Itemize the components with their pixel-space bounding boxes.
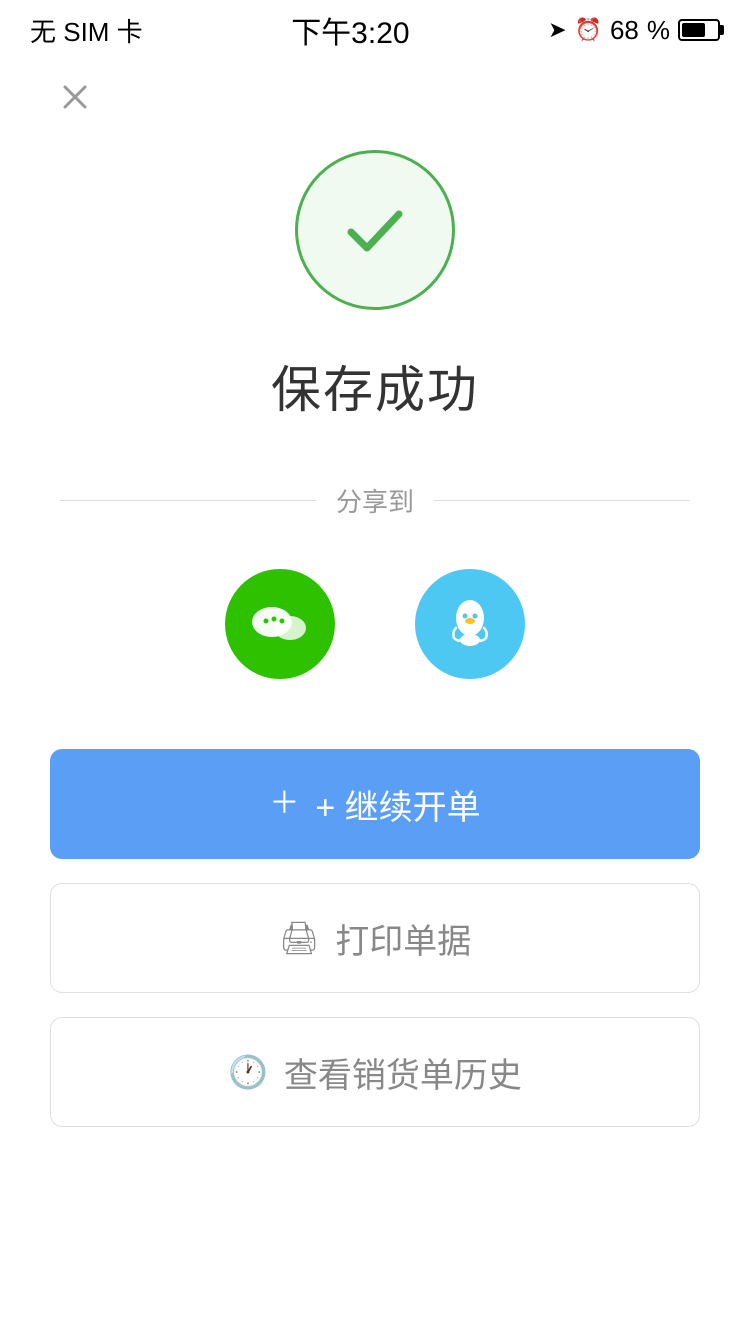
history-button[interactable]: 🕐 查看销货单历史 bbox=[50, 1017, 700, 1127]
divider-line-left bbox=[60, 500, 316, 501]
share-divider: 分享到 bbox=[0, 482, 750, 519]
printer-icon: 🖨 bbox=[279, 922, 320, 954]
status-bar: 无 SIM 卡 下午3:20 ➤ ⏰ 68% bbox=[0, 0, 750, 60]
share-section: 分享到 bbox=[0, 482, 750, 679]
alarm-icon: ⏰ bbox=[575, 17, 602, 43]
qq-share-button[interactable] bbox=[415, 569, 525, 679]
share-label: 分享到 bbox=[336, 482, 414, 519]
location-icon: ➤ bbox=[548, 17, 566, 43]
carrier-text: 无 SIM 卡 bbox=[30, 12, 143, 49]
success-circle bbox=[295, 150, 455, 310]
success-title: 保存成功 bbox=[271, 350, 479, 422]
wechat-share-button[interactable] bbox=[225, 569, 335, 679]
battery-percent: 68 bbox=[610, 15, 639, 46]
clock-icon: 🕐 bbox=[228, 1056, 268, 1088]
qq-icon bbox=[436, 590, 504, 658]
print-label: 打印单据 bbox=[335, 914, 471, 963]
history-label: 查看销货单历史 bbox=[284, 1048, 522, 1097]
share-icons bbox=[225, 569, 525, 679]
divider-line-right bbox=[434, 500, 690, 501]
actions-section: ＋ + 继续开单 🖨 打印单据 🕐 查看销货单历史 bbox=[0, 749, 750, 1127]
wechat-icon bbox=[246, 590, 314, 658]
success-section: 保存成功 bbox=[0, 150, 750, 422]
continue-order-label: + 继续开单 bbox=[315, 780, 480, 829]
close-button[interactable] bbox=[50, 72, 100, 122]
print-button[interactable]: 🖨 打印单据 bbox=[50, 883, 700, 993]
battery-icon bbox=[678, 19, 720, 41]
status-left: 无 SIM 卡 bbox=[30, 12, 153, 49]
status-time: 下午3:20 bbox=[291, 8, 409, 52]
plus-icon: ＋ bbox=[269, 789, 299, 819]
checkmark-icon bbox=[335, 190, 415, 270]
status-right: ➤ ⏰ 68% bbox=[548, 15, 720, 46]
continue-order-button[interactable]: ＋ + 继续开单 bbox=[50, 749, 700, 859]
